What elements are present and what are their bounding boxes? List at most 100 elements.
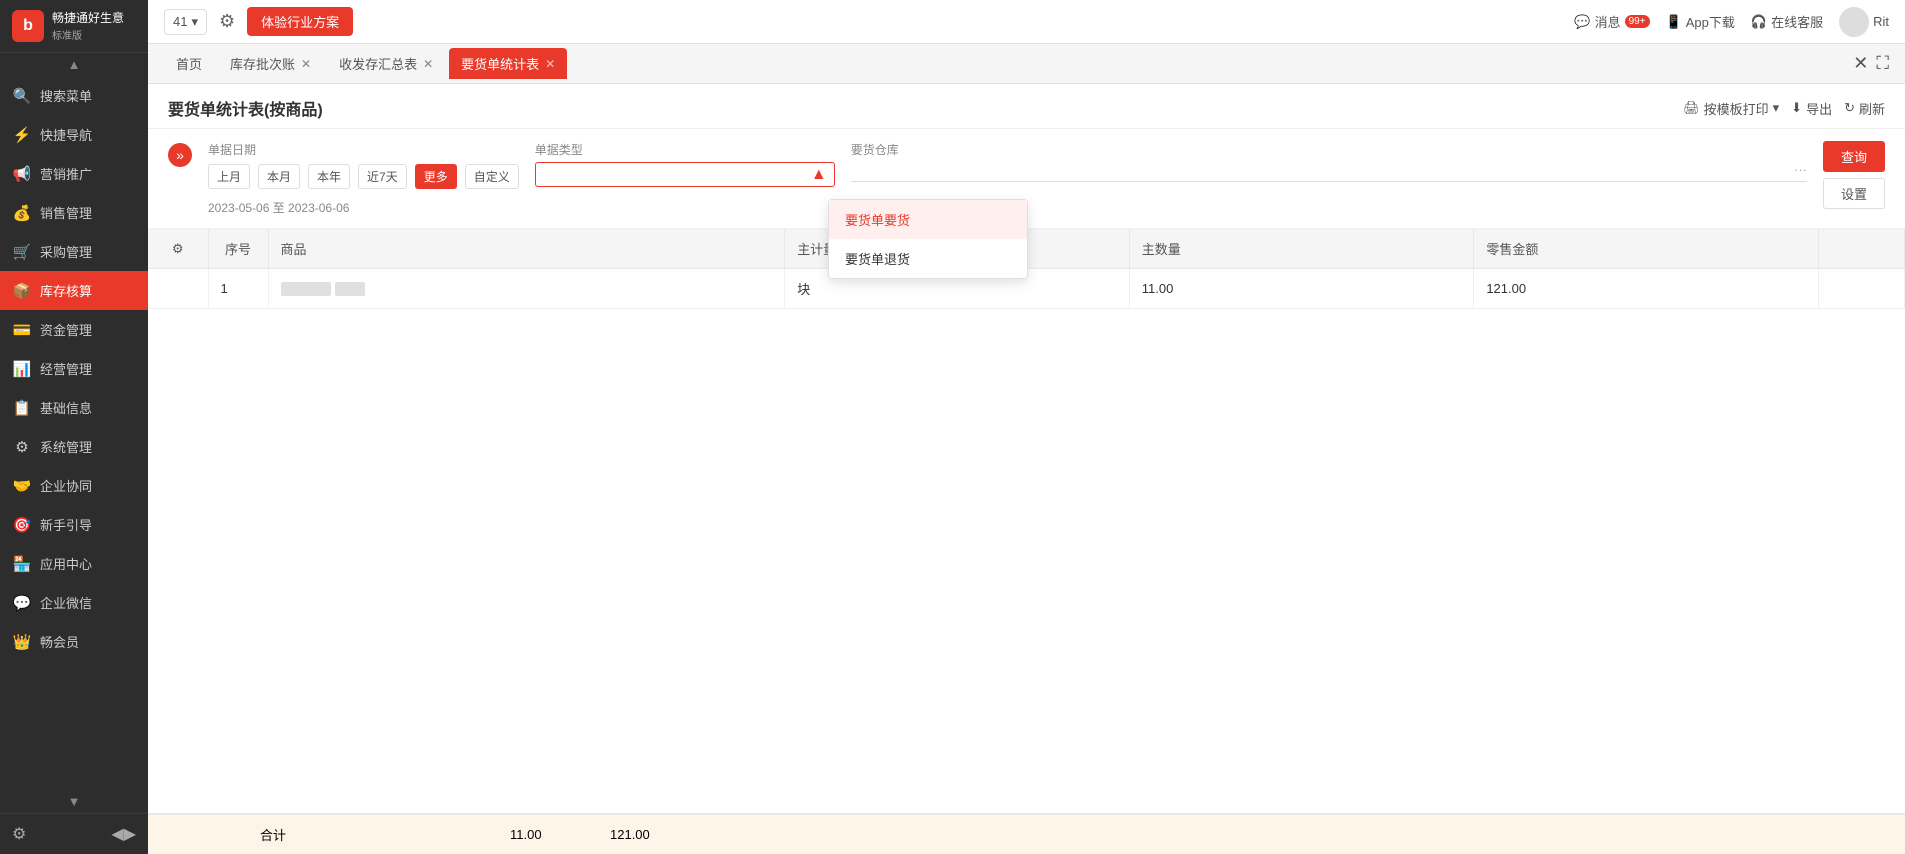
sidebar-item-label: 经营管理 — [40, 359, 92, 378]
sidebar-item-inventory[interactable]: 📦 库存核算 — [0, 271, 148, 310]
sidebar-scroll-down[interactable]: ▼ — [0, 790, 148, 813]
dropdown-item-0[interactable]: 要货单要货 — [829, 200, 1027, 239]
sidebar-item-member[interactable]: 👑 畅会员 — [0, 622, 148, 661]
col-index: 序号 — [208, 229, 268, 269]
header-settings-icon[interactable]: ⚙ — [219, 11, 235, 32]
close-tab-receive-summary[interactable]: ✕ — [423, 58, 433, 70]
app-name: 畅捷通好生意 — [52, 10, 124, 27]
tab-label: 要货单统计表 — [461, 54, 539, 73]
date-btn-more[interactable]: 更多 — [415, 164, 457, 189]
sidebar-item-marketing[interactable]: 📢 营销推广 — [0, 154, 148, 193]
version-dropdown-icon: ▾ — [191, 14, 198, 30]
sidebar-item-label: 营销推广 — [40, 164, 92, 183]
app-download-action[interactable]: 📱 App下载 — [1666, 12, 1735, 31]
version-selector[interactable]: 41 ▾ — [164, 9, 207, 35]
message-action[interactable]: 💬 消息 99+ — [1574, 12, 1649, 31]
sidebar-item-appstore[interactable]: 🏪 应用中心 — [0, 544, 148, 583]
close-tab-inventory-batch[interactable]: ✕ — [301, 58, 311, 70]
filter-expand-button[interactable]: » — [168, 143, 192, 167]
type-dropdown-toggle[interactable]: ▲ — [811, 166, 827, 184]
tab-home[interactable]: 首页 — [164, 48, 214, 79]
sidebar-item-search[interactable]: 🔍 搜索菜单 — [0, 76, 148, 115]
sidebar: b 畅捷通好生意 标准版 ▲ 🔍 搜索菜单 ⚡ 快捷导航 📢 营销推广 💰 销售… — [0, 0, 148, 854]
print-dropdown-icon: ▾ — [1773, 100, 1780, 116]
online-service-action[interactable]: 🎧 在线客服 — [1751, 12, 1823, 31]
filter-settings-button[interactable]: 设置 — [1823, 178, 1885, 209]
query-button[interactable]: 查询 — [1823, 141, 1885, 172]
warehouse-more-icon[interactable]: ··· — [1794, 162, 1807, 177]
message-icon: 💬 — [1574, 14, 1590, 30]
export-button[interactable]: ⬇ 导出 — [1791, 99, 1832, 118]
date-btn-this-year[interactable]: 本年 — [308, 164, 350, 189]
tab-label: 首页 — [176, 54, 202, 73]
user-name: Rit — [1873, 14, 1889, 29]
cell-amount: 121.00 — [1474, 269, 1819, 309]
sidebar-item-label: 系统管理 — [40, 437, 92, 456]
page-actions: 🖨 按模板打印 ▾ ⬇ 导出 ↻ 刷新 — [1683, 99, 1885, 118]
date-btn-this-month[interactable]: 本月 — [258, 164, 300, 189]
top-header: 41 ▾ ⚙ 体验行业方案 💬 消息 99+ 📱 App下载 🎧 在线客服 — [148, 0, 1905, 44]
sidebar-item-label: 基础信息 — [40, 398, 92, 417]
warehouse-filter-group: 要货仓库 ··· — [851, 141, 1807, 182]
tab-bar-right: ✕ ⛶ — [1853, 53, 1889, 74]
basic-icon: 📋 — [12, 399, 32, 417]
tab-inventory-batch[interactable]: 库存批次账 ✕ — [218, 48, 323, 79]
filter-bar: » 单据日期 上月 本月 本年 近7天 更多 自定义 2023-05-06 至 … — [148, 129, 1905, 229]
filter-actions: 查询 设置 — [1823, 141, 1885, 209]
member-icon: 👑 — [12, 633, 32, 651]
user-menu[interactable]: Rit — [1839, 7, 1889, 37]
type-dropdown: 要货单要货 要货单退货 — [828, 199, 1028, 279]
warehouse-input-wrapper: ··· — [851, 162, 1807, 182]
expand-tabs-icon[interactable]: ⛶ — [1876, 53, 1889, 74]
close-tab-order-stats[interactable]: ✕ — [545, 58, 555, 70]
refresh-button[interactable]: ↻ 刷新 — [1844, 99, 1885, 118]
tab-receive-summary[interactable]: 收发存汇总表 ✕ — [327, 48, 445, 79]
app-logo-icon: b — [12, 10, 44, 42]
sidebar-scroll-up[interactable]: ▲ — [0, 53, 148, 76]
sidebar-item-wechat[interactable]: 💬 企业微信 — [0, 583, 148, 622]
sidebar-item-finance[interactable]: 💳 资金管理 — [0, 310, 148, 349]
dropdown-item-1[interactable]: 要货单退货 — [829, 239, 1027, 278]
table-footer: 合计 11.00 121.00 — [148, 813, 1905, 854]
footer-toggle-icon[interactable]: ◀▶ — [111, 824, 136, 844]
sidebar-item-quick-nav[interactable]: ⚡ 快捷导航 — [0, 115, 148, 154]
cell-settings — [148, 269, 208, 309]
date-btn-last-month[interactable]: 上月 — [208, 164, 250, 189]
page-title: 要货单统计表(按商品) — [168, 96, 323, 120]
close-all-tabs-icon[interactable]: ✕ — [1853, 53, 1868, 74]
col-extra — [1818, 229, 1904, 269]
print-label: 按模板打印 — [1704, 99, 1769, 118]
finance-icon: 💳 — [12, 321, 32, 339]
date-btn-last-7-days[interactable]: 近7天 — [358, 164, 407, 189]
service-icon: 🎧 — [1751, 14, 1767, 30]
sidebar-item-purchase[interactable]: 🛒 采购管理 — [0, 232, 148, 271]
tab-label: 库存批次账 — [230, 54, 295, 73]
app-name-block: 畅捷通好生意 标准版 — [52, 10, 124, 42]
print-button[interactable]: 🖨 按模板打印 ▾ — [1683, 99, 1779, 118]
type-filter-group: 单据类型 ▲ — [535, 141, 835, 187]
marketing-icon: 📢 — [12, 165, 32, 183]
refresh-label: 刷新 — [1859, 99, 1885, 118]
sidebar-item-basic[interactable]: 📋 基础信息 — [0, 388, 148, 427]
date-btn-custom[interactable]: 自定义 — [465, 164, 519, 189]
footer-settings-icon[interactable]: ⚙ — [12, 824, 26, 844]
guide-icon: 🎯 — [12, 516, 32, 534]
sidebar-item-label: 应用中心 — [40, 554, 92, 573]
sidebar-item-enterprise[interactable]: 🤝 企业协同 — [0, 466, 148, 505]
product-placeholder — [281, 282, 773, 296]
message-badge: 99+ — [1625, 15, 1650, 28]
type-input-wrapper: ▲ — [535, 162, 835, 187]
sidebar-item-system[interactable]: ⚙ 系统管理 — [0, 427, 148, 466]
sidebar-item-sales[interactable]: 💰 销售管理 — [0, 193, 148, 232]
sidebar-item-operations[interactable]: 📊 经营管理 — [0, 349, 148, 388]
sidebar-item-guide[interactable]: 🎯 新手引导 — [0, 505, 148, 544]
col-qty: 主数量 — [1129, 229, 1474, 269]
warehouse-filter-input[interactable] — [851, 162, 1794, 177]
trial-button[interactable]: 体验行业方案 — [247, 7, 353, 36]
sidebar-item-label: 采购管理 — [40, 242, 92, 261]
cell-product — [268, 269, 785, 309]
type-filter-input[interactable] — [535, 162, 835, 187]
page-header: 要货单统计表(按商品) 🖨 按模板打印 ▾ ⬇ 导出 ↻ 刷新 — [148, 84, 1905, 129]
col-settings[interactable]: ⚙ — [148, 229, 208, 269]
tab-order-stats[interactable]: 要货单统计表 ✕ — [449, 48, 567, 79]
